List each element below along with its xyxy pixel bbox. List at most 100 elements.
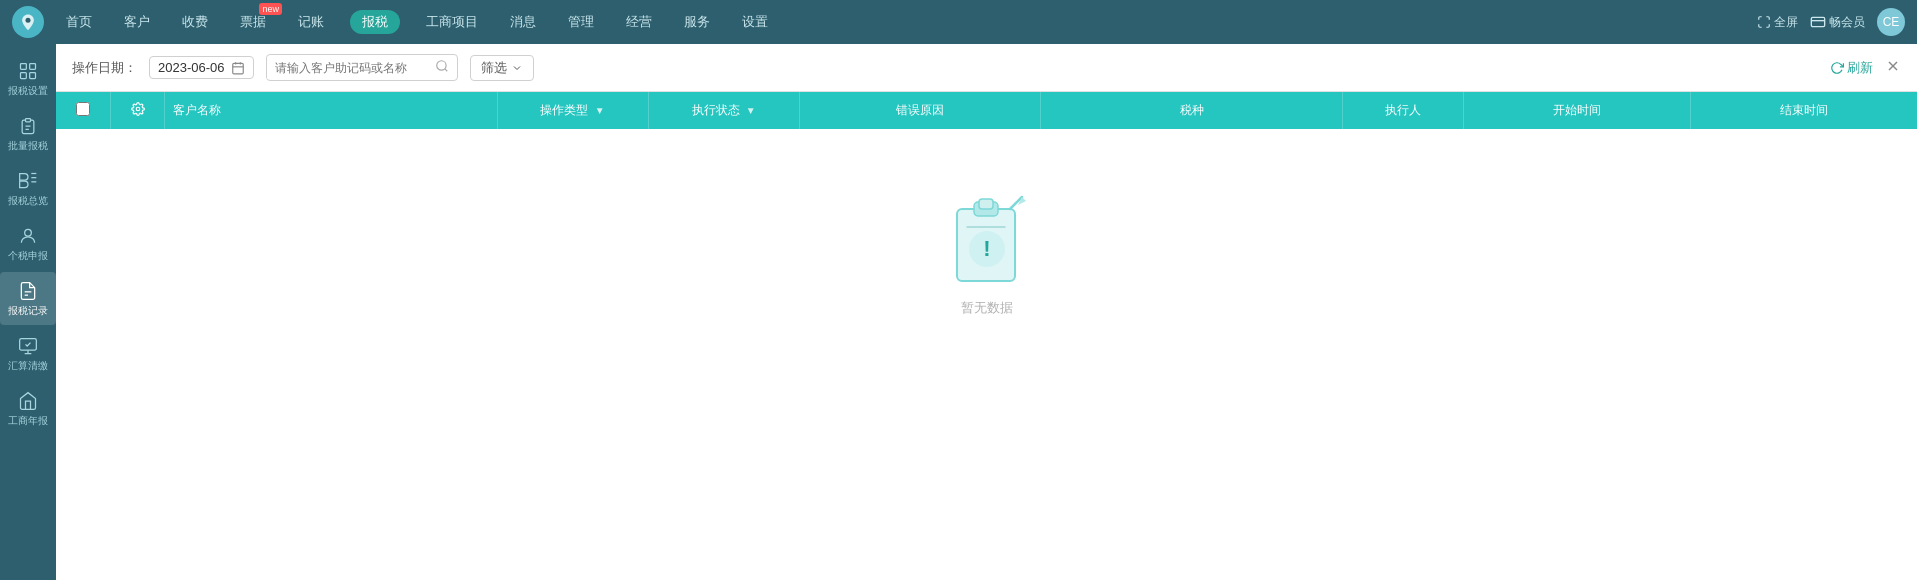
- th-tax-type: 税种: [1041, 92, 1343, 129]
- th-error-reason: 错误原因: [799, 92, 1041, 129]
- date-label: 操作日期：: [72, 59, 137, 77]
- svg-rect-3: [30, 64, 36, 70]
- th-end-time: 结束时间: [1690, 92, 1917, 129]
- select-all-checkbox[interactable]: [76, 102, 90, 116]
- chevron-down-icon: [511, 62, 523, 74]
- sidebar-label-batch-tax: 批量报税: [8, 140, 48, 152]
- th-start-time: 开始时间: [1464, 92, 1691, 129]
- gear-icon: [131, 102, 145, 116]
- svg-rect-2: [21, 64, 27, 70]
- member-button[interactable]: 畅会员: [1810, 14, 1865, 31]
- svg-rect-5: [30, 73, 36, 79]
- avatar[interactable]: CE: [1877, 8, 1905, 36]
- personal-tax-icon: [17, 225, 39, 247]
- calendar-icon: [231, 61, 245, 75]
- sidebar-item-settlement[interactable]: 汇算清缴: [0, 327, 56, 380]
- date-picker[interactable]: 2023-06-06: [149, 56, 254, 79]
- sort-icon-status: ▼: [746, 105, 756, 116]
- invoice-badge: new: [259, 3, 282, 15]
- nav-billing[interactable]: 收费: [176, 9, 214, 35]
- nav-right: 全屏 畅会员 CE: [1757, 8, 1905, 36]
- tax-summary-icon: [17, 170, 39, 192]
- main-layout: 报税设置 批量报税 报税总览: [0, 44, 1917, 580]
- th-op-type[interactable]: 操作类型 ▼: [497, 92, 648, 129]
- svg-rect-4: [21, 73, 27, 79]
- svg-rect-6: [26, 119, 31, 122]
- sidebar-item-personal-tax[interactable]: 个税申报: [0, 217, 56, 270]
- refresh-icon: [1830, 61, 1844, 75]
- search-icon: [435, 59, 449, 73]
- table-container: 客户名称 操作类型 ▼ 执行状态 ▼ 错误原因: [56, 92, 1917, 580]
- close-button[interactable]: [1885, 58, 1901, 78]
- content-area: 操作日期： 2023-06-06: [56, 44, 1917, 580]
- svg-point-18: [436, 61, 445, 70]
- sidebar-label-biz-annual: 工商年报: [8, 415, 48, 427]
- fullscreen-label: 全屏: [1774, 14, 1798, 31]
- filter-button[interactable]: 筛选: [470, 55, 534, 81]
- svg-point-22: [136, 107, 140, 111]
- close-icon: [1885, 58, 1901, 74]
- refresh-button[interactable]: 刷新: [1830, 59, 1873, 77]
- nav-management[interactable]: 管理: [562, 9, 600, 35]
- date-value: 2023-06-06: [158, 60, 225, 75]
- svg-rect-14: [232, 63, 243, 74]
- filter-label: 筛选: [481, 59, 507, 77]
- nav-messages[interactable]: 消息: [504, 9, 542, 35]
- settlement-icon: [17, 335, 39, 357]
- svg-line-19: [444, 69, 447, 72]
- table-body: ! 暂无数据: [56, 129, 1917, 377]
- sidebar-item-biz-annual[interactable]: 工商年报: [0, 382, 56, 435]
- nav-tax[interactable]: 报税: [350, 10, 400, 34]
- search-box: [266, 54, 458, 81]
- batch-tax-icon: [17, 115, 39, 137]
- tax-record-icon: [17, 280, 39, 302]
- sidebar-item-tax-settings[interactable]: 报税设置: [0, 52, 56, 105]
- svg-text:!: !: [983, 236, 990, 261]
- svg-rect-1: [1811, 17, 1824, 26]
- toolbar: 操作日期： 2023-06-06: [56, 44, 1917, 92]
- th-exec-status[interactable]: 执行状态 ▼: [648, 92, 799, 129]
- search-input[interactable]: [267, 57, 427, 79]
- fullscreen-button[interactable]: 全屏: [1757, 14, 1798, 31]
- sidebar-item-tax-summary[interactable]: 报税总览: [0, 162, 56, 215]
- empty-illustration: !: [942, 189, 1032, 299]
- tax-settings-icon: [17, 60, 39, 82]
- nav-operation[interactable]: 经营: [620, 9, 658, 35]
- data-table: 客户名称 操作类型 ▼ 执行状态 ▼ 错误原因: [56, 92, 1917, 377]
- search-button[interactable]: [427, 55, 457, 80]
- empty-state: ! 暂无数据: [56, 129, 1917, 377]
- th-checkbox[interactable]: [56, 92, 110, 129]
- refresh-label: 刷新: [1847, 59, 1873, 77]
- th-customer-name: 客户名称: [165, 92, 497, 129]
- th-executor: 执行人: [1343, 92, 1464, 129]
- nav-bizproject[interactable]: 工商项目: [420, 9, 484, 35]
- nav-service[interactable]: 服务: [678, 9, 716, 35]
- th-gear[interactable]: [110, 92, 164, 129]
- sidebar-label-tax-summary: 报税总览: [8, 195, 48, 207]
- nav-accounting[interactable]: 记账: [292, 9, 330, 35]
- empty-state-row: ! 暂无数据: [56, 129, 1917, 377]
- sidebar-item-tax-record[interactable]: 报税记录: [0, 272, 56, 325]
- nav-items: 首页 客户 收费 票据 new 记账 报税 工商项目 消息 管理 经营 服务 设…: [60, 9, 1757, 35]
- app-logo[interactable]: [12, 6, 44, 38]
- avatar-initials: CE: [1883, 15, 1900, 29]
- svg-point-10: [25, 229, 32, 236]
- sidebar-label-tax-record: 报税记录: [8, 305, 48, 317]
- svg-point-0: [26, 18, 31, 23]
- table-header-row: 客户名称 操作类型 ▼ 执行状态 ▼ 错误原因: [56, 92, 1917, 129]
- nav-home[interactable]: 首页: [60, 9, 98, 35]
- member-label: 畅会员: [1829, 14, 1865, 31]
- sidebar-item-batch-tax[interactable]: 批量报税: [0, 107, 56, 160]
- sidebar-label-settlement: 汇算清缴: [8, 360, 48, 372]
- biz-annual-icon: [17, 390, 39, 412]
- nav-settings[interactable]: 设置: [736, 9, 774, 35]
- nav-invoice[interactable]: 票据 new: [234, 9, 272, 35]
- empty-text: 暂无数据: [961, 299, 1013, 317]
- sidebar-label-personal-tax: 个税申报: [8, 250, 48, 262]
- sidebar: 报税设置 批量报税 报税总览: [0, 44, 56, 580]
- top-nav: 首页 客户 收费 票据 new 记账 报税 工商项目 消息 管理 经营 服务 设…: [0, 0, 1917, 44]
- svg-rect-25: [979, 199, 993, 209]
- nav-customer[interactable]: 客户: [118, 9, 156, 35]
- sort-icon-optype: ▼: [595, 105, 605, 116]
- sidebar-label-tax-settings: 报税设置: [8, 85, 48, 97]
